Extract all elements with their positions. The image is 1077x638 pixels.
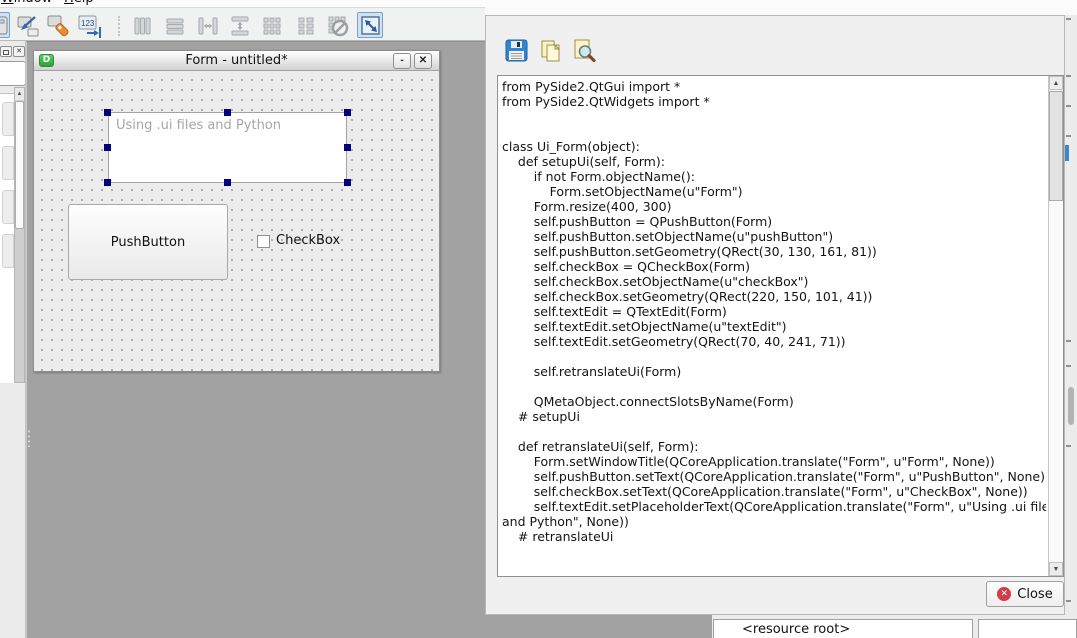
menu-window[interactable]: Window [1, 0, 52, 6]
tree-branch-mark [1066, 105, 1071, 107]
scrollbar-thumb[interactable] [1049, 91, 1063, 201]
edit-buddies-button[interactable] [45, 12, 71, 38]
break-layout-button[interactable] [324, 12, 350, 38]
background-panel-sliver [1064, 15, 1077, 638]
layout-vertically-icon [162, 13, 186, 39]
selection-handle[interactable] [104, 109, 111, 116]
textedit-widget[interactable]: Using .ui files and Python [108, 112, 347, 183]
copy-icon [538, 52, 564, 67]
edit-buddies-icon [46, 13, 70, 39]
selection-handle[interactable] [104, 144, 111, 151]
menubar: Window Help [0, 0, 1077, 7]
resource-tree-panel: <resource root> [713, 619, 973, 638]
scroll-up-icon[interactable]: ▲ [1049, 76, 1063, 90]
break-layout-icon [325, 13, 349, 39]
layout-form-button[interactable] [292, 12, 318, 38]
widget-box-scrollbar[interactable]: ▲ [14, 87, 25, 383]
edit-signals-slots-button[interactable] [14, 12, 40, 38]
resource-browser-dock: <resource root> [712, 612, 1077, 638]
selection-handle[interactable] [344, 109, 351, 116]
checkbox-label: CheckBox [276, 233, 340, 248]
pushbutton-label: PushButton [111, 235, 185, 250]
widget-box-close-button[interactable]: ✕ [13, 46, 25, 57]
selected-row-sliver [1065, 145, 1069, 161]
tree-branch-mark [1066, 75, 1071, 77]
adjust-size-icon [358, 13, 382, 39]
dock-splitter-handle[interactable] [27, 429, 31, 447]
widget-box-float-button[interactable] [0, 46, 12, 57]
copy-button[interactable] [537, 38, 565, 65]
layout-grid-icon [259, 13, 283, 39]
layout-horizontally-button[interactable] [128, 12, 154, 38]
scrollbar-thumb[interactable] [15, 101, 24, 229]
form-close-button[interactable]: ✕ [414, 53, 432, 69]
code-preview-dialog: from PySide2.QtGui import * from PySide2… [485, 15, 1065, 615]
selection-handle[interactable] [104, 179, 111, 186]
layout-form-icon [293, 13, 317, 39]
layout-vertical-splitter-button[interactable] [226, 12, 252, 38]
form-canvas[interactable]: Using .ui files and Python PushButton Ch… [34, 71, 439, 371]
tree-branch-mark [1066, 18, 1071, 20]
generated-code-text[interactable]: from PySide2.QtGui import * from PySide2… [502, 79, 1046, 576]
widget-filter-input[interactable] [0, 61, 26, 86]
list-item[interactable] [2, 102, 14, 136]
selection-handle[interactable] [344, 144, 351, 151]
checkbox-widget[interactable] [257, 235, 270, 248]
resource-list-panel [978, 619, 1077, 638]
toolbar-separator [118, 16, 120, 36]
form-designer-window: D Form - untitled* - ✕ Using .ui files a… [33, 50, 440, 372]
list-item[interactable] [2, 146, 14, 180]
edit-widgets-button[interactable] [0, 12, 10, 38]
list-item[interactable] [2, 234, 14, 268]
close-circle-icon: ✕ [997, 587, 1011, 601]
form-minimize-button[interactable]: - [393, 53, 411, 69]
svg-text:123: 123 [81, 19, 95, 28]
layout-grid-button[interactable] [258, 12, 284, 38]
layout-horizontally-icon [129, 13, 153, 39]
selection-handle[interactable] [224, 179, 231, 186]
save-icon [504, 52, 530, 67]
tree-branch-mark [1066, 600, 1071, 602]
resource-root-item[interactable]: <resource root> [742, 622, 850, 637]
edit-signals-slots-icon [15, 13, 39, 39]
tree-branch-mark [1066, 340, 1071, 342]
list-item[interactable] [2, 190, 14, 224]
layout-vertical-splitter-icon [227, 13, 251, 39]
tree-branch-mark [1066, 135, 1071, 137]
widget-box-list [0, 93, 14, 383]
code-scrollbar[interactable]: ▲ ▼ [1048, 76, 1063, 576]
scroll-up-icon[interactable]: ▲ [15, 88, 24, 100]
tree-branch-mark [1066, 365, 1071, 367]
adjust-size-button[interactable] [357, 12, 383, 38]
selection-handle[interactable] [344, 179, 351, 186]
close-button-label: Close [1017, 587, 1052, 602]
save-button[interactable] [503, 38, 531, 65]
edit-tab-order-icon: 123 [77, 13, 101, 39]
close-icon: ✕ [16, 48, 22, 55]
preview-button[interactable] [570, 38, 598, 65]
menu-help[interactable]: Help [64, 0, 94, 6]
edit-widgets-icon [0, 13, 9, 39]
selection-handle[interactable] [224, 109, 231, 116]
edit-tab-order-button[interactable]: 123 [76, 12, 102, 38]
preview-icon [571, 52, 597, 67]
form-window-titlebar[interactable]: D Form - untitled* - ✕ [34, 51, 439, 71]
code-view[interactable]: from PySide2.QtGui import * from PySide2… [497, 75, 1064, 577]
scrollbar-thumb[interactable] [1068, 387, 1074, 425]
close-dialog-button[interactable]: ✕ Close [986, 581, 1064, 607]
tree-branch-mark [1066, 445, 1071, 447]
form-window-title: Form - untitled* [34, 53, 439, 68]
layout-vertically-button[interactable] [161, 12, 187, 38]
layout-horizontal-splitter-button[interactable] [194, 12, 220, 38]
widget-box-panel: ✕ ▲ [0, 41, 26, 638]
float-icon [3, 50, 9, 55]
scroll-down-icon[interactable]: ▼ [1049, 562, 1063, 576]
layout-horizontal-splitter-icon [195, 13, 219, 39]
pushbutton-widget[interactable]: PushButton [68, 204, 228, 280]
